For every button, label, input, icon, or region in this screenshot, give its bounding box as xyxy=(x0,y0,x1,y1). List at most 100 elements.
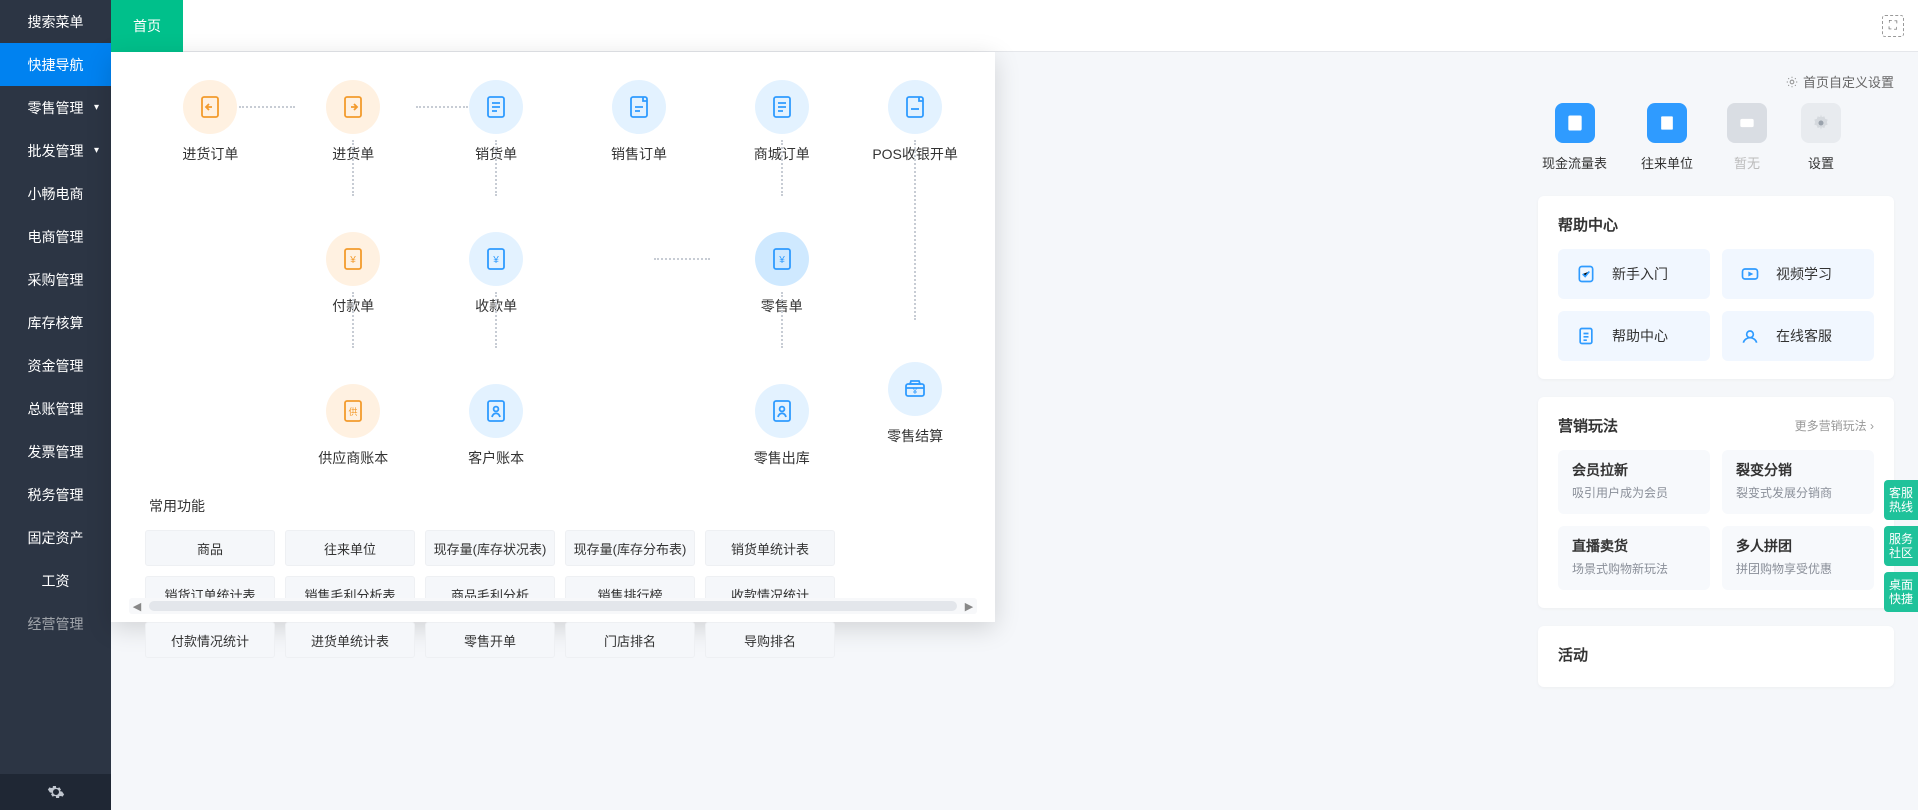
sidebar-item-inventory[interactable]: 库存核算 xyxy=(0,301,111,344)
common-btn[interactable]: 进货单统计表 xyxy=(285,622,415,658)
sidebar-item-invoice[interactable]: 发票管理 xyxy=(0,430,111,473)
sidebar-item-wholesale[interactable]: 批发管理 ▾ xyxy=(0,129,111,172)
flow-supplier-ledger[interactable]: 供 供应商账本 xyxy=(282,384,425,468)
sidebar-item-salary[interactable]: 工资 xyxy=(0,559,111,602)
sticky-hotline[interactable]: 客服热线 xyxy=(1884,480,1918,520)
mkt-title: 裂变分销 xyxy=(1736,460,1860,480)
help-label: 新手入门 xyxy=(1612,264,1668,284)
common-btn[interactable]: 零售开单 xyxy=(425,622,555,658)
scroll-track[interactable] xyxy=(149,601,957,611)
sidebar-settings[interactable] xyxy=(0,774,111,810)
common-btn-label: 导购排名 xyxy=(744,631,796,650)
help-center[interactable]: 帮助中心 xyxy=(1558,311,1710,361)
sidebar-item-label: 资金管理 xyxy=(28,356,84,376)
flow-label: 进货订单 xyxy=(182,144,238,164)
common-btn-label: 往来单位 xyxy=(324,539,376,558)
help-title: 帮助中心 xyxy=(1558,214,1618,235)
mkt-item[interactable]: 直播卖货 场景式购物新玩法 xyxy=(1558,526,1710,590)
flow-receipt-bill[interactable]: ¥ 收款单 xyxy=(425,232,568,316)
sidebar-item-ecommerce[interactable]: 电商管理 xyxy=(0,215,111,258)
svg-text:供: 供 xyxy=(349,406,358,417)
checklist-icon xyxy=(469,80,523,134)
svg-text:¥: ¥ xyxy=(349,255,356,266)
sidebar-item-label: 发票管理 xyxy=(28,442,84,462)
help-getting-started[interactable]: 新手入门 xyxy=(1558,249,1710,299)
sidebar-item-xcds[interactable]: 小畅电商 xyxy=(0,172,111,215)
sidebar-item-ledger[interactable]: 总账管理 xyxy=(0,387,111,430)
common-btn[interactable]: 商品 xyxy=(145,530,275,566)
common-btn-label: 进货单统计表 xyxy=(311,631,389,650)
common-btn-label: 现存量(库存分布表) xyxy=(574,539,687,558)
flyout-scrollbar[interactable]: ◀ ▶ xyxy=(129,598,977,614)
common-btn[interactable]: 现存量(库存状况表) xyxy=(425,530,555,566)
sticky-community[interactable]: 服务社区 xyxy=(1884,526,1918,566)
tile-empty[interactable]: 暂无 xyxy=(1727,103,1767,172)
flow-purchase-order[interactable]: 进货订单 xyxy=(139,80,282,164)
common-btn[interactable]: 现存量(库存分布表) xyxy=(565,530,695,566)
sidebar-item-tax[interactable]: 税务管理 xyxy=(0,473,111,516)
sidebar-item-funds[interactable]: 资金管理 xyxy=(0,344,111,387)
mkt-title: 会员拉新 xyxy=(1572,460,1696,480)
placeholder-icon xyxy=(1727,103,1767,143)
help-label: 帮助中心 xyxy=(1612,326,1668,346)
flow-label: 零售出库 xyxy=(754,448,810,468)
fullscreen-icon[interactable]: ⛶ xyxy=(1882,15,1904,37)
common-btn[interactable]: 导购排名 xyxy=(705,622,835,658)
flow-retail-settle[interactable]: ¥ 零售结算 xyxy=(853,362,977,446)
flow-retail-bill[interactable]: ¥ 零售单 xyxy=(710,232,853,316)
tile-cashflow[interactable]: 现金流量表 xyxy=(1542,103,1607,172)
help-support[interactable]: 在线客服 xyxy=(1722,311,1874,361)
mkt-desc: 吸引用户成为会员 xyxy=(1572,484,1696,501)
top-tabs: 首页 ⛶ xyxy=(111,0,1918,52)
quicknav-flyout: 进货订单 进货单 ¥ 付款单 xyxy=(111,52,995,622)
common-functions-grid: 商品 往来单位 现存量(库存状况表) 现存量(库存分布表) 销货单统计表 销货订… xyxy=(139,530,977,658)
marketing-more-link[interactable]: 更多营销玩法 › xyxy=(1795,417,1874,434)
flow-purchase-bill[interactable]: 进货单 xyxy=(282,80,425,164)
sidebar: 搜索菜单 快捷导航 零售管理 ▾ 批发管理 ▾ 小畅电商 电商管理 采购管理 库… xyxy=(0,0,111,810)
tile-contacts[interactable]: 往来单位 xyxy=(1641,103,1693,172)
home-custom-settings-link[interactable]: 首页自定义设置 xyxy=(1538,72,1894,91)
help-video[interactable]: 视频学习 xyxy=(1722,249,1874,299)
tab-home[interactable]: 首页 xyxy=(111,0,183,52)
tile-label: 暂无 xyxy=(1734,153,1760,172)
scroll-left-icon[interactable]: ◀ xyxy=(129,600,145,613)
sticky-label: 客服热线 xyxy=(1889,486,1913,514)
tile-settings[interactable]: 设置 xyxy=(1801,103,1841,172)
scroll-right-icon[interactable]: ▶ xyxy=(961,600,977,613)
mkt-title: 多人拼团 xyxy=(1736,536,1860,556)
sidebar-search[interactable]: 搜索菜单 xyxy=(0,0,111,43)
flow-sales-order[interactable]: 销售订单 xyxy=(568,80,711,164)
sidebar-item-retail[interactable]: 零售管理 ▾ xyxy=(0,86,111,129)
flow-customer-ledger[interactable]: 客户账本 xyxy=(425,384,568,468)
flow-pos-open[interactable]: POS收银开单 xyxy=(853,80,977,164)
sidebar-item-operation[interactable]: 经营管理 xyxy=(0,602,111,645)
svg-text:¥: ¥ xyxy=(492,255,499,266)
document-corner-icon xyxy=(612,80,666,134)
flow-retail-out[interactable]: 零售出库 xyxy=(710,384,853,468)
mkt-item[interactable]: 裂变分销 裂变式发展分销商 xyxy=(1722,450,1874,514)
svg-text:¥: ¥ xyxy=(912,387,918,396)
gear-icon xyxy=(1801,103,1841,143)
common-functions-title: 常用功能 xyxy=(149,496,977,516)
flow-sales-bill[interactable]: 销货单 xyxy=(425,80,568,164)
money-doc-icon: ¥ xyxy=(755,232,809,286)
common-btn[interactable]: 付款情况统计 xyxy=(145,622,275,658)
mkt-item[interactable]: 会员拉新 吸引用户成为会员 xyxy=(1558,450,1710,514)
sticky-desktop-shortcut[interactable]: 桌面快捷 xyxy=(1884,572,1918,612)
marketing-title: 营销玩法 xyxy=(1558,415,1618,436)
common-btn[interactable]: 往来单位 xyxy=(285,530,415,566)
flow-mall-order[interactable]: 商城订单 xyxy=(710,80,853,164)
chevron-down-icon: ▾ xyxy=(94,145,99,156)
sidebar-item-label: 总账管理 xyxy=(28,399,84,419)
common-btn[interactable]: 销货单统计表 xyxy=(705,530,835,566)
common-btn-label: 零售开单 xyxy=(464,631,516,650)
sidebar-item-purchase[interactable]: 采购管理 xyxy=(0,258,111,301)
mkt-desc: 拼团购物享受优惠 xyxy=(1736,560,1860,577)
sidebar-item-quicknav[interactable]: 快捷导航 xyxy=(0,43,111,86)
sidebar-item-fixed-assets[interactable]: 固定资产 xyxy=(0,516,111,559)
common-btn[interactable]: 门店排名 xyxy=(565,622,695,658)
mkt-item[interactable]: 多人拼团 拼团购物享受优惠 xyxy=(1722,526,1874,590)
flow-payment-bill[interactable]: ¥ 付款单 xyxy=(282,232,425,316)
common-btn-label: 付款情况统计 xyxy=(171,631,249,650)
floating-stickies: 客服热线 服务社区 桌面快捷 xyxy=(1884,480,1918,612)
